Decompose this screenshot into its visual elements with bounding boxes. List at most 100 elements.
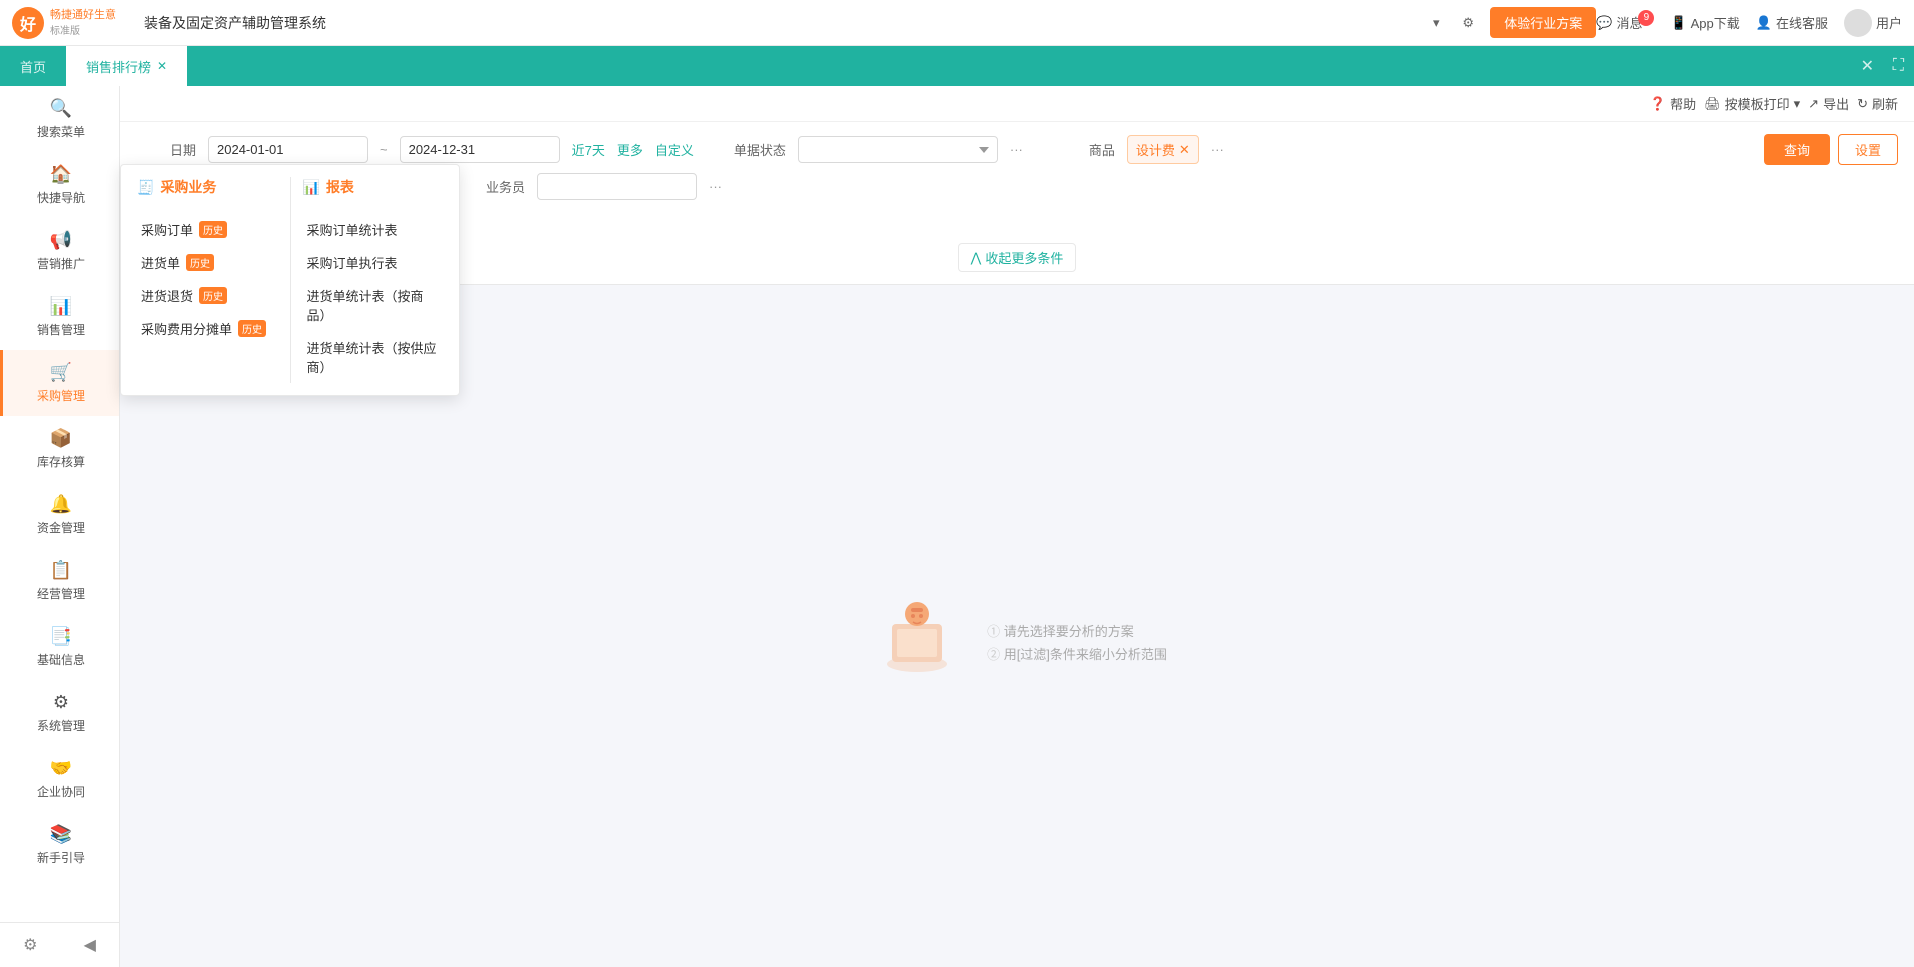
dropdown-item-return[interactable]: 进货退货 历史 (137, 279, 278, 312)
export-icon: ↗ (1808, 96, 1819, 112)
query-button[interactable]: 查询 (1764, 134, 1830, 165)
print-action[interactable]: 🖨 按模板打印 ▾ (1704, 94, 1800, 113)
sidebar-item-operations[interactable]: 📋 经营管理 (0, 548, 119, 614)
operations-icon: 📋 (50, 560, 72, 581)
dropdown-col-purchase: 🧾 采购业务 采购订单 历史 进货单 历史 进货退货 历史 采购费用分摊单 (129, 177, 286, 383)
dropdown-columns: 🧾 采购业务 采购订单 历史 进货单 历史 进货退货 历史 采购费用分摊单 (121, 177, 459, 383)
doc-status-label: 单据状态 (726, 140, 786, 159)
empty-hint-2: 用[过滤]条件来缩小分析范围 (987, 644, 1167, 663)
sidebar-item-label: 基础信息 (37, 651, 85, 668)
goods-ellipsis[interactable]: ··· (1211, 142, 1224, 157)
date-range-separator: ~ (380, 142, 388, 157)
dropdown-item-receiving-stats-goods[interactable]: 进货单统计表（按商品） (303, 279, 444, 331)
mobile-icon: 📱 (1670, 15, 1686, 31)
sidebar: 🔍 搜索菜单 🏠 快捷导航 📢 营销推广 📊 销售管理 🛒 采购管理 📦 库存核… (0, 86, 120, 967)
dropdown-arrow-icon[interactable]: ▾ (1426, 13, 1446, 33)
sidebar-item-guide[interactable]: 📚 新手引导 (0, 812, 119, 878)
guide-icon: 📚 (50, 824, 72, 845)
salesperson-label: 业务员 (465, 177, 525, 196)
header-settings-icon[interactable]: ⚙ (1454, 9, 1482, 37)
enterprise-icon: 🤝 (50, 758, 72, 779)
sidebar-bottom: ⚙ ◀ (0, 922, 119, 967)
collapse-icon: ⋀ (971, 250, 982, 266)
sidebar-item-label: 经营管理 (37, 585, 85, 602)
print-dropdown-icon[interactable]: ▾ (1794, 96, 1801, 112)
reports-icon: 📊 (303, 179, 320, 196)
logo-text: 畅捷通好生意 (50, 8, 116, 22)
date-from-input[interactable] (208, 136, 368, 163)
search-icon: 🔍 (50, 98, 72, 119)
message-badge: 9 (1638, 10, 1654, 26)
dropdown-item-label: 进货单统计表（按商品） (307, 286, 440, 324)
user-menu[interactable]: 用户 (1844, 9, 1902, 37)
sidebar-item-purchase[interactable]: 🛒 采购管理 (0, 350, 119, 416)
sidebar-item-search[interactable]: 🔍 搜索菜单 (0, 86, 119, 152)
sidebar-item-marketing[interactable]: 📢 营销推广 (0, 218, 119, 284)
export-action[interactable]: ↗ 导出 (1808, 94, 1849, 113)
help-icon: ❓ (1650, 96, 1666, 112)
dropdown-item-label: 进货退货 (141, 286, 193, 305)
date-quick-7days[interactable]: 近7天 (572, 140, 605, 159)
app-download-label: App下载 (1691, 13, 1740, 32)
finance-icon: 🔔 (50, 494, 72, 515)
sidebar-collapse-icon[interactable]: ◀ (84, 935, 96, 955)
sidebar-item-quick-nav[interactable]: 🏠 快捷导航 (0, 152, 119, 218)
sidebar-item-enterprise[interactable]: 🤝 企业协同 (0, 746, 119, 812)
collapse-filter-button[interactable]: ⋀ 收起更多条件 (958, 243, 1077, 272)
industry-button[interactable]: 体验行业方案 (1490, 7, 1596, 38)
dropdown-item-label: 采购订单 (141, 220, 193, 239)
doc-status-select[interactable] (798, 136, 998, 163)
date-filter-label: 日期 (136, 140, 196, 159)
close-all-tabs-icon[interactable]: ✕ (1861, 56, 1874, 76)
dropdown-item-purchase-order[interactable]: 采购订单 历史 (137, 213, 278, 246)
salesperson-input[interactable] (537, 173, 697, 200)
doc-status-ellipsis[interactable]: ··· (1010, 142, 1023, 157)
service-icon: 👤 (1756, 15, 1772, 31)
dropdown-item-receiving[interactable]: 进货单 历史 (137, 246, 278, 279)
date-quick-custom[interactable]: 自定义 (655, 140, 694, 159)
main-layout: 🔍 搜索菜单 🏠 快捷导航 📢 营销推广 📊 销售管理 🛒 采购管理 📦 库存核… (0, 86, 1914, 967)
settings-button[interactable]: 设置 (1838, 134, 1898, 165)
basic-info-icon: 📑 (50, 626, 72, 647)
dropdown-item-label: 进货单 (141, 253, 180, 272)
marketing-icon: 📢 (50, 230, 72, 251)
salesperson-ellipsis[interactable]: ··· (709, 179, 722, 194)
sidebar-item-basic-info[interactable]: 📑 基础信息 (0, 614, 119, 680)
sidebar-item-finance[interactable]: 🔔 资金管理 (0, 482, 119, 548)
purchase-business-icon: 🧾 (137, 179, 154, 196)
sidebar-item-label: 销售管理 (37, 321, 85, 338)
sidebar-item-system[interactable]: ⚙ 系统管理 (0, 680, 119, 746)
sidebar-settings-icon[interactable]: ⚙ (23, 935, 37, 955)
toolbar-actions: ❓ 帮助 🖨 按模板打印 ▾ ↗ 导出 ↻ 刷新 (1650, 94, 1898, 113)
app-download-button[interactable]: 📱 App下载 (1670, 13, 1739, 32)
dropdown-item-label: 采购费用分摊单 (141, 319, 232, 338)
refresh-action[interactable]: ↻ 刷新 (1857, 94, 1898, 113)
sidebar-item-sales[interactable]: 📊 销售管理 (0, 284, 119, 350)
sidebar-item-inventory[interactable]: 📦 库存核算 (0, 416, 119, 482)
sidebar-item-label: 快捷导航 (37, 189, 85, 206)
logo-area: 好 畅捷通好生意 标准版 (12, 7, 132, 39)
online-service-button[interactable]: 👤 在线客服 (1756, 13, 1828, 32)
home-icon: 🏠 (50, 164, 72, 185)
inventory-icon: 📦 (50, 428, 72, 449)
dropdown-col-reports: 📊 报表 采购订单统计表 采购订单执行表 进货单统计表（按商品） 进货单统计表（… (295, 177, 452, 383)
date-quick-more[interactable]: 更多 (617, 140, 643, 159)
help-action[interactable]: ❓ 帮助 (1650, 94, 1696, 113)
message-button[interactable]: 💬 消息 9 (1596, 13, 1654, 32)
tab-home[interactable]: 首页 (0, 46, 66, 86)
dropdown-item-expense[interactable]: 采购费用分摊单 历史 (137, 312, 278, 345)
date-to-input[interactable] (400, 136, 560, 163)
top-header: 好 畅捷通好生意 标准版 装备及固定资产辅助管理系统 ▾ ⚙ 体验行业方案 💬 … (0, 0, 1914, 46)
expand-tab-icon[interactable]: ⛶ (1893, 57, 1904, 75)
top-toolbar: ❓ 帮助 🖨 按模板打印 ▾ ↗ 导出 ↻ 刷新 (120, 86, 1914, 122)
history-badge: 历史 (186, 254, 214, 271)
purchase-icon: 🛒 (50, 362, 72, 383)
tab-close-icon[interactable]: ✕ (157, 59, 167, 73)
dropdown-item-order-stats[interactable]: 采购订单统计表 (303, 213, 444, 246)
dropdown-item-order-exec[interactable]: 采购订单执行表 (303, 246, 444, 279)
goods-label: 商品 (1055, 140, 1115, 159)
goods-tag-remove-icon[interactable]: ✕ (1179, 142, 1190, 158)
tab-sales-ranking[interactable]: 销售排行榜 ✕ (66, 46, 187, 86)
goods-tag-label: 设计费 (1136, 140, 1175, 159)
dropdown-item-receiving-stats-supplier[interactable]: 进货单统计表（按供应商） (303, 331, 444, 383)
